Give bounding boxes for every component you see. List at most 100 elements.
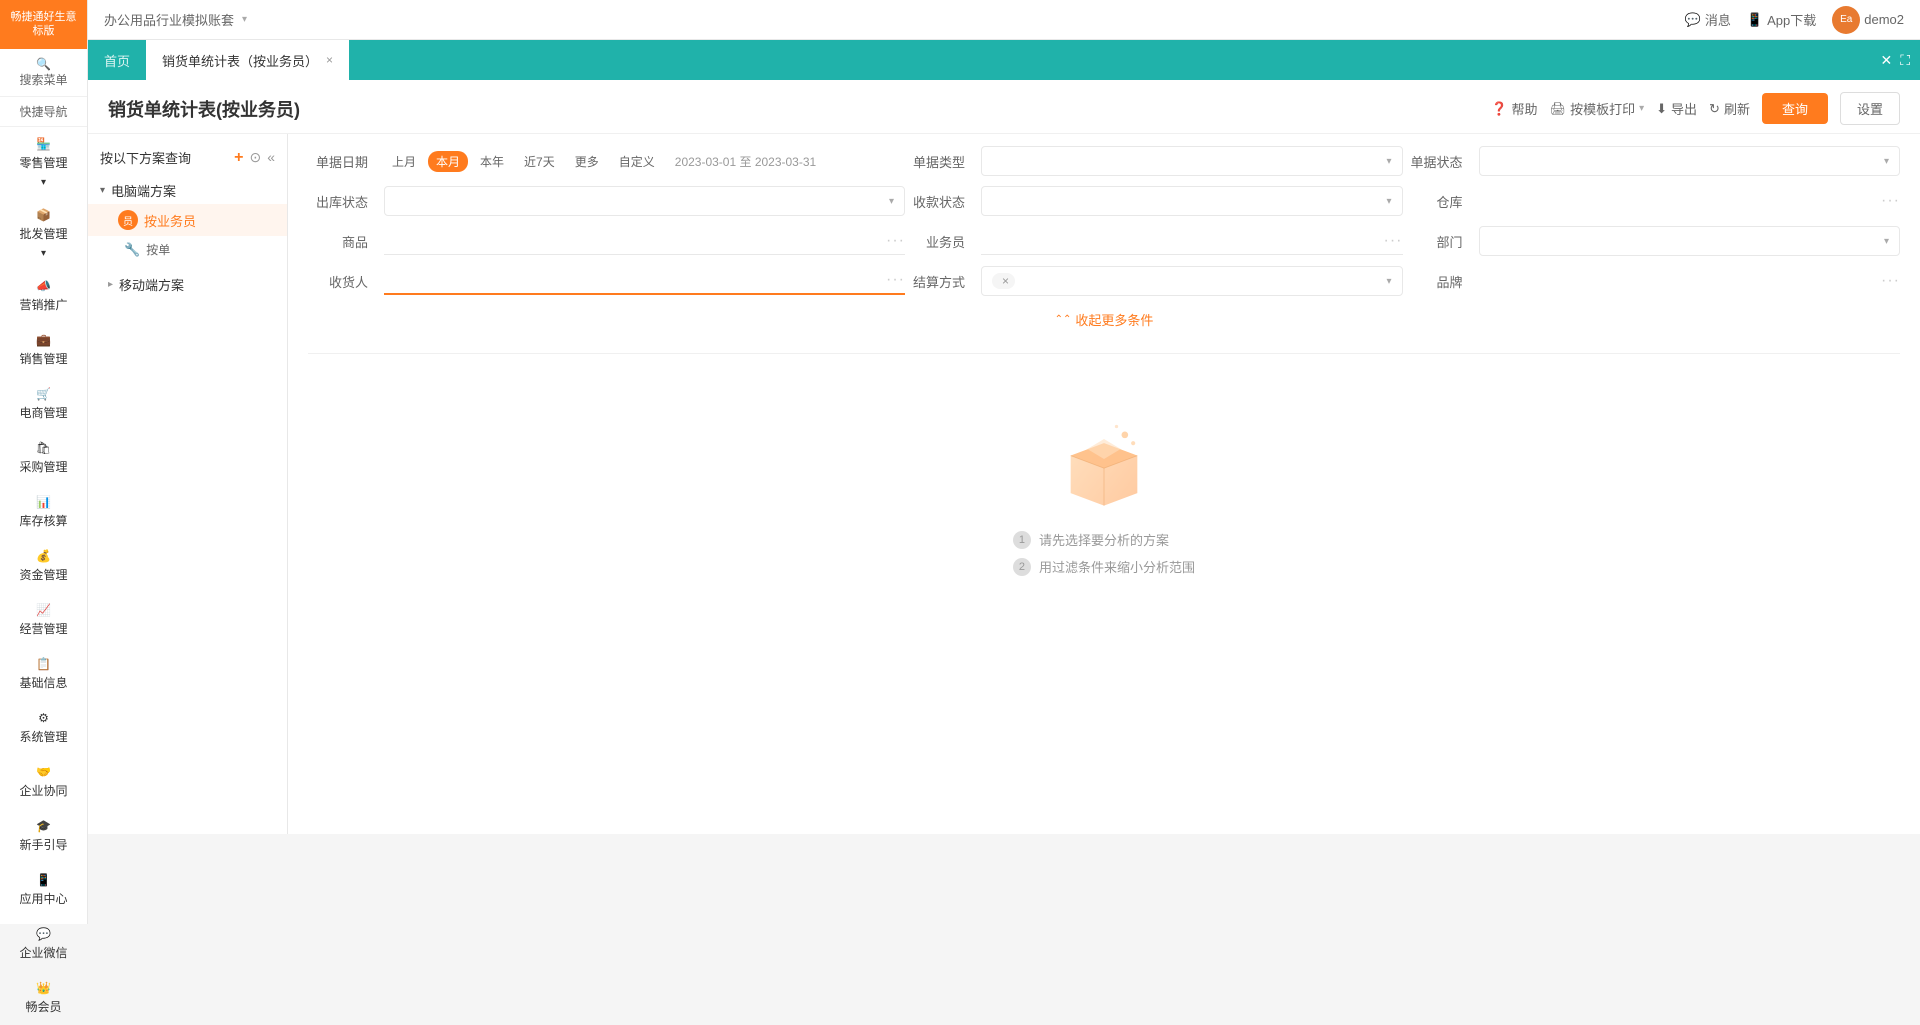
avatar-initials: Ea bbox=[1840, 14, 1852, 25]
date-tab-last7[interactable]: 近7天 bbox=[516, 151, 563, 172]
sidebar-item-wechat[interactable]: 💬 企业微信 bbox=[0, 917, 87, 971]
filter-doctype-group: 单据类型 ▾ bbox=[905, 146, 1403, 176]
sidebar-item-sales[interactable]: 💼 销售管理 bbox=[0, 323, 87, 377]
scheme-group-desktop: ▾ 电脑端方案 员 按业务员 🔧 按单 bbox=[88, 173, 287, 267]
outstatus-select[interactable]: ▾ bbox=[384, 186, 905, 216]
outstatus-dropdown-icon: ▾ bbox=[889, 196, 894, 207]
brand-dots[interactable]: ··· bbox=[1881, 272, 1900, 290]
sidebar-item-retail[interactable]: 🏪 零售管理 bbox=[0, 127, 87, 198]
system-icon: ⚙ bbox=[38, 711, 49, 725]
empty-state: 1 请先选择要分析的方案 2 用过滤条件来缩小分析范围 bbox=[308, 354, 1900, 636]
sidebar-item-apps[interactable]: 📱 应用中心 bbox=[0, 863, 87, 917]
operations-icon: 📈 bbox=[36, 603, 51, 617]
sidebar-item-wholesale[interactable]: 📦 批发管理 bbox=[0, 198, 87, 269]
paymentstatus-dropdown-icon: ▾ bbox=[1386, 196, 1391, 207]
scheme-item-by-order[interactable]: 🔧 按单 bbox=[88, 236, 287, 263]
settings-btn[interactable]: 设置 bbox=[1840, 92, 1900, 125]
query-btn[interactable]: 查询 bbox=[1762, 93, 1828, 124]
maximize-icon[interactable]: ⛶ bbox=[1900, 52, 1910, 69]
date-tab-more[interactable]: 更多 bbox=[567, 151, 607, 172]
topbar-left: 办公用品行业模拟账套 ▾ bbox=[104, 10, 247, 29]
sidebar-item-inventory[interactable]: 📊 库存核算 bbox=[0, 485, 87, 539]
sidebar-item-ecommerce[interactable]: 🛒 电商管理 bbox=[0, 377, 87, 431]
company-name[interactable]: 办公用品行业模拟账套 bbox=[104, 10, 234, 29]
scheme-group-mobile: ▸ 移动端方案 bbox=[88, 267, 287, 302]
date-tab-thismonth[interactable]: 本月 bbox=[428, 151, 468, 172]
sidebar-item-finance[interactable]: 💰 资金管理 bbox=[0, 539, 87, 593]
sales-icon: 💼 bbox=[36, 333, 51, 347]
help-btn[interactable]: ❓ 帮助 bbox=[1491, 99, 1537, 118]
sidebar-item-marketing[interactable]: 📣 营销推广 bbox=[0, 269, 87, 323]
empty-tip-2: 2 用过滤条件来缩小分析范围 bbox=[1013, 557, 1195, 576]
sidebar-item-purchase[interactable]: 🛍 采购管理 bbox=[0, 431, 87, 485]
doctype-select[interactable]: ▾ bbox=[981, 146, 1403, 176]
date-tab-thisyear[interactable]: 本年 bbox=[472, 151, 512, 172]
scheme-group-desktop-title[interactable]: ▾ 电脑端方案 bbox=[88, 177, 287, 204]
sidebar-shortcut[interactable]: 快捷导航 bbox=[0, 97, 87, 127]
scheme-icon-order: 🔧 bbox=[124, 242, 140, 258]
sidebar-item-basic[interactable]: 📋 基础信息 bbox=[0, 647, 87, 701]
company-dropdown-icon[interactable]: ▾ bbox=[242, 14, 247, 25]
shortcut-label: 快捷导航 bbox=[5, 103, 82, 120]
paymentstatus-select[interactable]: ▾ bbox=[981, 186, 1403, 216]
sidebar-item-system[interactable]: ⚙ 系统管理 bbox=[0, 701, 87, 755]
add-scheme-btn[interactable]: + bbox=[234, 149, 243, 167]
print-btn[interactable]: 🖨 按模板打印 ▾ bbox=[1550, 99, 1645, 118]
goods-dots[interactable]: ··· bbox=[886, 232, 905, 250]
finance-icon: 💰 bbox=[36, 549, 51, 563]
wholesale-label: 批发管理 bbox=[19, 225, 67, 242]
user-profile[interactable]: Ea demo2 bbox=[1832, 6, 1904, 34]
date-tab-lastmonth[interactable]: 上月 bbox=[384, 151, 424, 172]
filter-docstatus-group: 单据状态 ▾ bbox=[1403, 146, 1901, 176]
basic-label: 基础信息 bbox=[19, 674, 67, 691]
collapse-panel-btn[interactable]: « bbox=[267, 149, 275, 167]
refresh-btn[interactable]: ↻ 刷新 bbox=[1709, 99, 1750, 118]
empty-box-icon bbox=[1054, 414, 1154, 514]
docstatus-select[interactable]: ▾ bbox=[1479, 146, 1901, 176]
salesman-dots[interactable]: ··· bbox=[1384, 232, 1403, 250]
right-panel: 单据日期 上月 本月 本年 近7天 更多 自定义 2023-03-01 至 20… bbox=[288, 134, 1920, 834]
brand-label: 品牌 bbox=[1403, 272, 1463, 291]
topbar: 办公用品行业模拟账套 ▾ 💬 消息 📱 App下载 Ea demo2 bbox=[88, 0, 1920, 40]
copy-scheme-btn[interactable]: ⊙ bbox=[249, 149, 261, 167]
doctype-label: 单据类型 bbox=[905, 152, 965, 171]
consignee-dots[interactable]: ··· bbox=[886, 271, 905, 289]
settlement-tag-remove[interactable]: × bbox=[1002, 274, 1009, 288]
scheme-icon-salesman: 员 bbox=[118, 210, 138, 230]
tip-num-2: 2 bbox=[1013, 558, 1031, 576]
tab-close-btn[interactable]: × bbox=[326, 53, 333, 67]
tab-current[interactable]: 销货单统计表（按业务员） × bbox=[146, 40, 349, 80]
ecommerce-label: 电商管理 bbox=[19, 404, 67, 421]
wechat-label: 企业微信 bbox=[19, 944, 67, 961]
paymentstatus-label: 收款状态 bbox=[905, 192, 965, 211]
settlement-tag: × bbox=[992, 273, 1015, 289]
close-window-icon[interactable]: ✕ bbox=[1880, 52, 1892, 69]
collapse-label: 收起更多条件 bbox=[1075, 310, 1153, 329]
finance-label: 资金管理 bbox=[19, 566, 67, 583]
scheme-item-by-salesman[interactable]: 员 按业务员 bbox=[88, 204, 287, 236]
goods-label: 商品 bbox=[308, 232, 368, 251]
sidebar-search[interactable]: 🔍 搜索菜单 bbox=[0, 49, 87, 97]
member-label: 畅会员 bbox=[25, 998, 61, 1015]
app-download-btn[interactable]: 📱 App下载 bbox=[1747, 10, 1816, 29]
messages-label: 消息 bbox=[1705, 10, 1731, 29]
warehouse-dots[interactable]: ··· bbox=[1881, 192, 1900, 210]
member-icon: 👑 bbox=[36, 981, 51, 995]
dept-select[interactable]: ▾ bbox=[1479, 226, 1901, 256]
scheme-group-mobile-title[interactable]: ▸ 移动端方案 bbox=[88, 271, 287, 298]
export-btn[interactable]: ⬇ 导出 bbox=[1656, 99, 1697, 118]
tab-home[interactable]: 首页 bbox=[88, 40, 146, 80]
sidebar-item-operations[interactable]: 📈 经营管理 bbox=[0, 593, 87, 647]
sidebar-item-enterprise[interactable]: 🤝 企业协同 bbox=[0, 755, 87, 809]
consignee-input-wrap: ··· bbox=[384, 267, 905, 295]
collapse-btn[interactable]: ⌃⌃ 收起更多条件 bbox=[1055, 310, 1154, 329]
settlement-select[interactable]: × ▾ bbox=[981, 266, 1403, 296]
date-tab-custom[interactable]: 自定义 bbox=[611, 151, 663, 172]
doctype-dropdown-icon: ▾ bbox=[1386, 156, 1391, 167]
sidebar-item-member[interactable]: 👑 畅会员 bbox=[0, 971, 87, 1025]
sidebar-item-newbie[interactable]: 🎓 新手引导 bbox=[0, 809, 87, 863]
scheme-label-salesman: 按业务员 bbox=[144, 211, 196, 230]
user-name: demo2 bbox=[1864, 12, 1904, 27]
messages-btn[interactable]: 💬 消息 bbox=[1685, 10, 1731, 29]
page-content: 销货单统计表(按业务员) ❓ 帮助 🖨 按模板打印 ▾ ⬇ 导出 bbox=[88, 80, 1920, 924]
